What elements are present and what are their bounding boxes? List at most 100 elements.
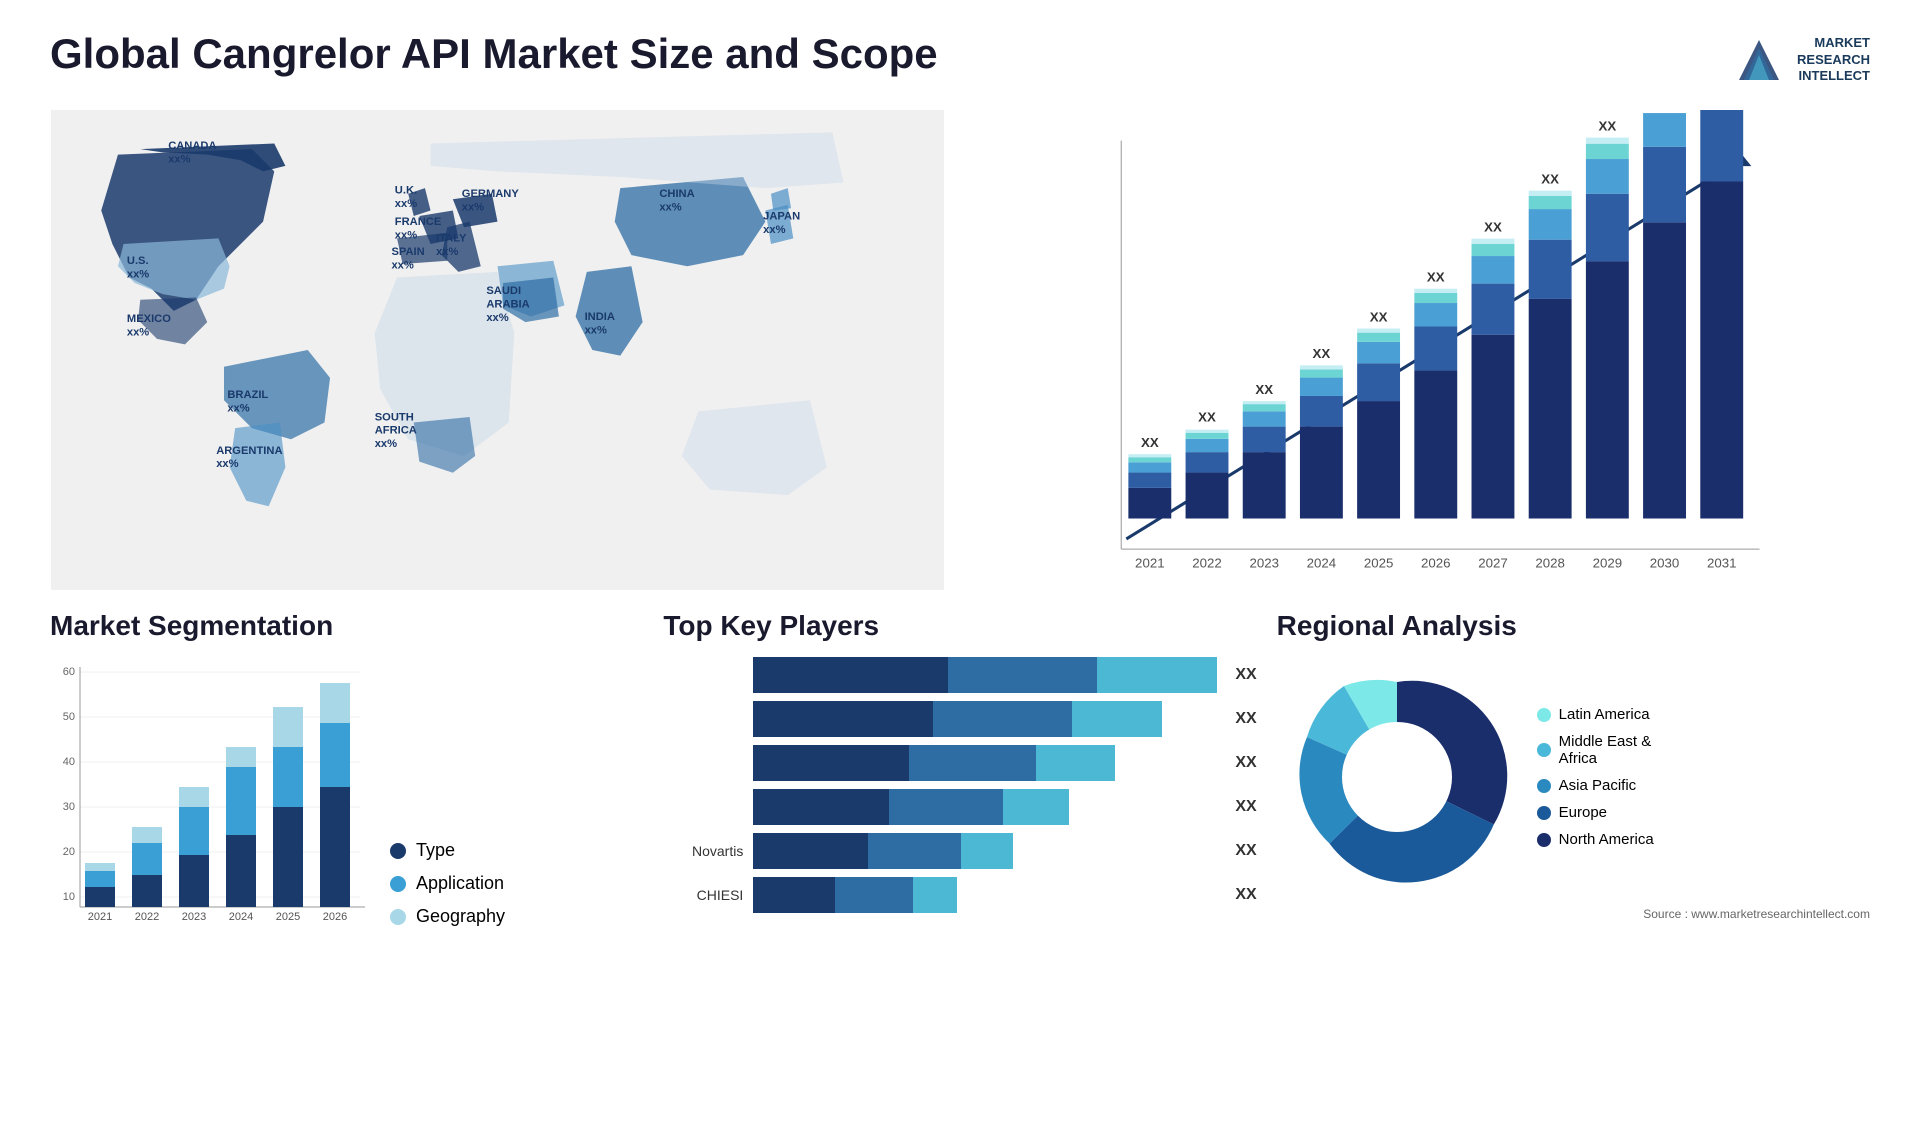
page-title: Global Cangrelor API Market Size and Sco… bbox=[50, 30, 938, 78]
svg-text:XX: XX bbox=[1598, 118, 1616, 133]
svg-text:BRAZIL: BRAZIL bbox=[227, 389, 268, 401]
svg-text:SOUTH: SOUTH bbox=[375, 411, 414, 423]
middle-east-dot bbox=[1537, 743, 1551, 757]
player-bar-2 bbox=[753, 701, 1217, 737]
svg-text:xx%: xx% bbox=[462, 201, 484, 213]
players-chart: XX XX bbox=[663, 657, 1256, 913]
player-row-2: XX bbox=[663, 701, 1256, 737]
svg-text:2028: 2028 bbox=[1535, 556, 1565, 571]
svg-text:xx%: xx% bbox=[395, 229, 417, 241]
svg-text:SAUDI: SAUDI bbox=[486, 285, 521, 297]
svg-text:2025: 2025 bbox=[276, 911, 300, 923]
svg-text:xx%: xx% bbox=[127, 326, 149, 338]
svg-text:60: 60 bbox=[63, 666, 75, 678]
svg-text:2023: 2023 bbox=[1249, 556, 1279, 571]
player-value-1: XX bbox=[1235, 666, 1256, 684]
svg-text:40: 40 bbox=[63, 756, 75, 768]
svg-text:xx%: xx% bbox=[216, 458, 238, 470]
svg-text:CHINA: CHINA bbox=[659, 188, 694, 200]
player-label-novartis: Novartis bbox=[663, 843, 743, 859]
legend-application: Application bbox=[390, 873, 505, 894]
legend-asia-pacific: Asia Pacific bbox=[1537, 777, 1654, 794]
svg-text:XX: XX bbox=[1370, 309, 1388, 324]
svg-text:xx%: xx% bbox=[585, 324, 607, 336]
player-bar-novartis bbox=[753, 833, 1217, 869]
logo: MARKET RESEARCH INTELLECT bbox=[1729, 30, 1870, 90]
regional-title: Regional Analysis bbox=[1277, 610, 1870, 642]
source-text: Source : www.marketresearchintellect.com bbox=[1277, 907, 1870, 921]
svg-text:2022: 2022 bbox=[1192, 556, 1222, 571]
svg-text:2021: 2021 bbox=[88, 911, 112, 923]
player-bar-3 bbox=[753, 745, 1217, 781]
svg-text:20: 20 bbox=[63, 846, 75, 858]
svg-text:xx%: xx% bbox=[395, 198, 417, 210]
svg-text:30: 30 bbox=[63, 801, 75, 813]
svg-text:2024: 2024 bbox=[229, 911, 253, 923]
svg-text:2026: 2026 bbox=[1421, 556, 1451, 571]
bar-chart-svg: XX 2021 XX 2022 bbox=[975, 110, 1870, 590]
svg-text:2023: 2023 bbox=[182, 911, 206, 923]
legend-north-america: North America bbox=[1537, 831, 1654, 848]
svg-text:xx%: xx% bbox=[127, 268, 149, 280]
legend-type: Type bbox=[390, 840, 505, 861]
svg-text:U.S.: U.S. bbox=[127, 255, 149, 267]
page-container: Global Cangrelor API Market Size and Sco… bbox=[0, 0, 1920, 1146]
svg-text:CANADA: CANADA bbox=[168, 140, 216, 152]
legend-geography: Geography bbox=[390, 906, 505, 927]
svg-text:50: 50 bbox=[63, 711, 75, 723]
svg-text:10: 10 bbox=[63, 891, 75, 903]
segmentation-title: Market Segmentation bbox=[50, 610, 643, 642]
svg-text:2026: 2026 bbox=[323, 911, 347, 923]
svg-text:XX: XX bbox=[1313, 346, 1331, 361]
player-row-novartis: Novartis XX bbox=[663, 833, 1256, 869]
segmentation-section: Market Segmentation 60 50 40 30 20 10 bbox=[50, 610, 643, 927]
svg-text:FRANCE: FRANCE bbox=[395, 216, 441, 228]
svg-text:2029: 2029 bbox=[1593, 556, 1623, 571]
map-section: CANADA xx% U.S. xx% MEXICO xx% BRAZIL xx… bbox=[50, 110, 945, 590]
svg-text:XX: XX bbox=[1484, 220, 1502, 235]
svg-text:XX: XX bbox=[1198, 409, 1216, 424]
donut-chart bbox=[1277, 657, 1517, 897]
legend-middle-east: Middle East &Africa bbox=[1537, 733, 1654, 767]
player-bar-4 bbox=[753, 789, 1217, 825]
type-dot bbox=[390, 843, 406, 859]
world-map-svg: CANADA xx% U.S. xx% MEXICO xx% BRAZIL xx… bbox=[50, 110, 945, 590]
svg-text:XX: XX bbox=[1255, 382, 1273, 397]
bottom-grid: Market Segmentation 60 50 40 30 20 10 bbox=[50, 610, 1870, 927]
player-bar-1 bbox=[753, 657, 1217, 693]
svg-text:ARGENTINA: ARGENTINA bbox=[216, 445, 282, 457]
svg-text:MEXICO: MEXICO bbox=[127, 313, 171, 325]
geography-dot bbox=[390, 909, 406, 925]
players-title: Top Key Players bbox=[663, 610, 1256, 642]
regional-section: Regional Analysis bbox=[1277, 610, 1870, 927]
player-row-chiesi: CHIESI XX bbox=[663, 877, 1256, 913]
player-value-3: XX bbox=[1235, 754, 1256, 772]
regional-content: Latin America Middle East &Africa Asia P… bbox=[1277, 657, 1870, 897]
svg-text:XX: XX bbox=[1541, 172, 1559, 187]
player-row-3: XX bbox=[663, 745, 1256, 781]
svg-text:2031: 2031 bbox=[1707, 556, 1737, 571]
logo-text: MARKET RESEARCH INTELLECT bbox=[1797, 35, 1870, 86]
latin-america-dot bbox=[1537, 708, 1551, 722]
header: Global Cangrelor API Market Size and Sco… bbox=[50, 30, 1870, 90]
player-bar-chiesi bbox=[753, 877, 1217, 913]
bar-chart-section: XX 2021 XX 2022 bbox=[975, 110, 1870, 590]
segmentation-legend: Type Application Geography bbox=[390, 840, 505, 927]
player-value-novartis: XX bbox=[1235, 842, 1256, 860]
players-section: Top Key Players XX bbox=[663, 610, 1256, 927]
legend-europe: Europe bbox=[1537, 804, 1654, 821]
north-america-dot bbox=[1537, 833, 1551, 847]
svg-text:ARABIA: ARABIA bbox=[486, 299, 529, 311]
legend-latin-america: Latin America bbox=[1537, 706, 1654, 723]
svg-text:xx%: xx% bbox=[168, 153, 190, 165]
svg-text:2030: 2030 bbox=[1650, 556, 1680, 571]
svg-text:XX: XX bbox=[1427, 270, 1445, 285]
player-value-4: XX bbox=[1235, 798, 1256, 816]
regional-legend: Latin America Middle East &Africa Asia P… bbox=[1537, 706, 1654, 848]
asia-pacific-dot bbox=[1537, 779, 1551, 793]
svg-text:2025: 2025 bbox=[1364, 556, 1394, 571]
svg-text:xx%: xx% bbox=[227, 402, 249, 414]
svg-text:2022: 2022 bbox=[135, 911, 159, 923]
svg-text:SPAIN: SPAIN bbox=[391, 246, 424, 258]
svg-text:GERMANY: GERMANY bbox=[462, 188, 520, 200]
